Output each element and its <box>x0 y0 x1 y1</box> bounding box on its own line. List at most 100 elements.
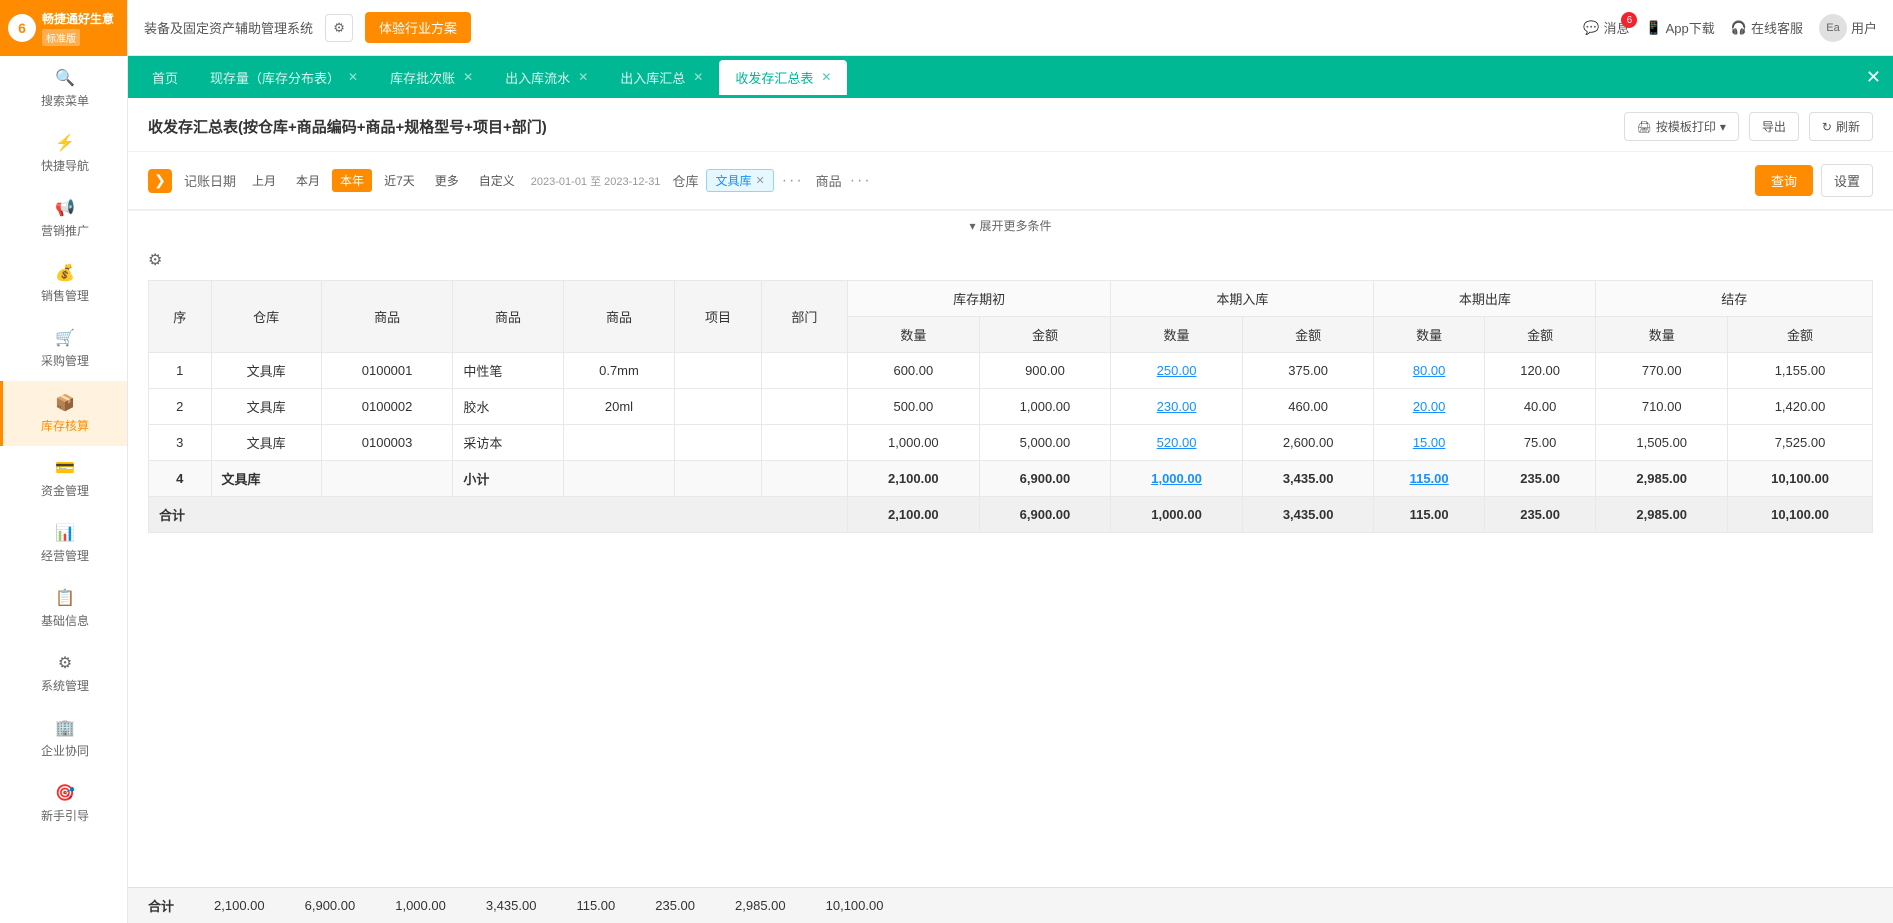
data-table: 序 仓库 商品 商品 商品 项目 部门 库存期初 本期入库 本期出库 结存 <box>148 280 1873 533</box>
sidebar-nav: 🔍搜索菜单⚡快捷导航📢营销推广💰销售管理🛒采购管理📦库存核算💳资金管理📊经营管理… <box>0 56 127 923</box>
system-title: 装备及固定资产辅助管理系统 <box>144 18 313 37</box>
cell-close-amt-1: 1,420.00 <box>1728 389 1873 425</box>
cell-close-amt-3: 10,100.00 <box>1728 461 1873 497</box>
sidebar-item-operation[interactable]: 📊经营管理 <box>0 511 127 576</box>
cell-warehouse-3: 文具库 <box>211 461 321 497</box>
cell-spec-2 <box>563 425 675 461</box>
tab-close-2[interactable]: ✕ <box>463 70 473 84</box>
tab-item-3[interactable]: 出入库流水✕ <box>489 60 604 95</box>
sidebar-item-sales[interactable]: 💰销售管理 <box>0 251 127 316</box>
app-download[interactable]: 📱 App下载 <box>1645 18 1714 37</box>
sidebar-item-system[interactable]: ⚙系统管理 <box>0 641 127 706</box>
table-settings-icon[interactable]: ⚙ <box>148 250 162 270</box>
col-in-amt: 金额 <box>1242 317 1374 353</box>
cell-out-qty-1[interactable]: 20.00 <box>1374 389 1484 425</box>
totals-label: 合计 <box>149 497 848 533</box>
cell-in-qty-2[interactable]: 520.00 <box>1111 425 1243 461</box>
warehouse-label: 仓库 <box>672 171 698 190</box>
user-menu[interactable]: Ea 用户 <box>1819 14 1877 42</box>
tab-label-0: 首页 <box>152 68 178 87</box>
experience-btn[interactable]: 体验行业方案 <box>365 12 471 43</box>
date-btn-上月[interactable]: 上月 <box>244 169 284 192</box>
date-btn-近7天[interactable]: 近7天 <box>376 169 423 192</box>
tab-bar: 首页现存量（库存分布表）✕库存批次账✕出入库流水✕出入库汇总✕收发存汇总表✕✕ <box>128 56 1893 98</box>
expand-chevron-icon: ▾ <box>969 219 975 233</box>
cell-out-qty-2[interactable]: 15.00 <box>1374 425 1484 461</box>
date-btn-更多[interactable]: 更多 <box>427 169 467 192</box>
cell-close-amt-2: 7,525.00 <box>1728 425 1873 461</box>
table-row: 2 文具库 0100002 胶水 20ml 500.00 1,000.00 23… <box>149 389 1873 425</box>
tab-item-1[interactable]: 现存量（库存分布表）✕ <box>194 60 374 95</box>
totals-open-qty: 2,100.00 <box>848 497 980 533</box>
cell-code-1: 0100002 <box>321 389 453 425</box>
query-btn[interactable]: 查询 <box>1755 165 1813 196</box>
tab-item-0[interactable]: 首页 <box>136 60 194 95</box>
cell-in-qty-3[interactable]: 1,000.00 <box>1111 461 1243 497</box>
bottom-open-qty: 2,100.00 <box>214 898 265 913</box>
warehouse-more-btn[interactable]: ··· <box>782 172 804 190</box>
export-btn[interactable]: 导出 <box>1749 112 1799 141</box>
sidebar-item-finance[interactable]: 💳资金管理 <box>0 446 127 511</box>
filter-toggle-btn[interactable]: ❯ <box>148 169 172 193</box>
tab-close-4[interactable]: ✕ <box>693 70 703 84</box>
sidebar-label-quicknav: 快捷导航 <box>41 157 89 174</box>
logo-icon: 6 <box>8 14 36 42</box>
cell-close-qty-3: 2,985.00 <box>1596 461 1728 497</box>
bottom-bar: 合计 2,100.00 6,900.00 1,000.00 3,435.00 1… <box>128 887 1893 923</box>
date-btn-自定义[interactable]: 自定义 <box>471 169 523 192</box>
sidebar-item-enterprise[interactable]: 🏢 企业协同 <box>0 706 127 771</box>
cell-in-qty-1[interactable]: 230.00 <box>1111 389 1243 425</box>
cell-open-qty-1: 500.00 <box>848 389 980 425</box>
date-btn-本年[interactable]: 本年 <box>332 169 372 192</box>
online-service[interactable]: 🎧 在线客服 <box>1731 18 1803 37</box>
tab-close-1[interactable]: ✕ <box>348 70 358 84</box>
expand-more-btn[interactable]: ▾ 展开更多条件 <box>128 210 1893 240</box>
cell-out-amt-1: 40.00 <box>1484 389 1596 425</box>
enterprise-icon: 🏢 <box>55 718 75 738</box>
sidebar-item-marketing[interactable]: 📢营销推广 <box>0 186 127 251</box>
date-label: 记账日期 <box>184 171 236 190</box>
sidebar-label-enterprise: 企业协同 <box>41 742 89 759</box>
print-btn[interactable]: 🖨 按模板打印 ▾ <box>1624 112 1739 141</box>
cell-name-2: 采访本 <box>453 425 563 461</box>
notification-bell[interactable]: 💬 消息 6 <box>1583 18 1629 37</box>
tab-bar-close-btn[interactable]: ✕ <box>1862 63 1885 92</box>
bottom-out-amt: 235.00 <box>655 898 695 913</box>
sidebar-item-search[interactable]: 🔍搜索菜单 <box>0 56 127 121</box>
cell-in-qty-0[interactable]: 250.00 <box>1111 353 1243 389</box>
cell-no-2: 3 <box>149 425 212 461</box>
phone-icon: 📱 <box>1645 20 1661 36</box>
cell-spec-1: 20ml <box>563 389 675 425</box>
cell-out-amt-0: 120.00 <box>1484 353 1596 389</box>
page-inner: 收发存汇总表(按仓库+商品编码+商品+规格型号+项目+部门) 🖨 按模板打印 ▾… <box>128 98 1893 887</box>
sidebar-label-search: 搜索菜单 <box>41 92 89 109</box>
sidebar-item-inventory[interactable]: 📦库存核算 <box>0 381 127 446</box>
sales-icon: 💰 <box>55 263 75 283</box>
sidebar-item-newguide[interactable]: 🎯新手引导 <box>0 771 127 836</box>
tab-item-4[interactable]: 出入库汇总✕ <box>604 60 719 95</box>
tab-item-2[interactable]: 库存批次账✕ <box>374 60 489 95</box>
cell-close-qty-1: 710.00 <box>1596 389 1728 425</box>
cell-out-qty-0[interactable]: 80.00 <box>1374 353 1484 389</box>
cell-warehouse-0: 文具库 <box>211 353 321 389</box>
date-btn-本月[interactable]: 本月 <box>288 169 328 192</box>
warehouse-remove-btn[interactable]: ✕ <box>755 174 764 187</box>
refresh-btn[interactable]: ↻ 刷新 <box>1809 112 1873 141</box>
bottom-open-amt: 6,900.00 <box>305 898 356 913</box>
sidebar-item-quicknav[interactable]: ⚡快捷导航 <box>0 121 127 186</box>
bottom-in-qty: 1,000.00 <box>395 898 446 913</box>
gear-button[interactable]: ⚙ <box>325 14 353 42</box>
tab-item-5[interactable]: 收发存汇总表✕ <box>719 60 847 95</box>
sidebar-item-basic[interactable]: 📋基础信息 <box>0 576 127 641</box>
app-download-label: App下载 <box>1666 18 1715 37</box>
cell-project-3 <box>675 461 761 497</box>
col-warehouse: 仓库 <box>211 281 321 353</box>
tab-close-5[interactable]: ✕ <box>821 70 831 84</box>
print-chevron: ▾ <box>1720 120 1726 134</box>
set-btn[interactable]: 设置 <box>1821 164 1873 197</box>
tab-close-3[interactable]: ✕ <box>578 70 588 84</box>
newguide-icon: 🎯 <box>55 783 75 803</box>
goods-more-btn[interactable]: ··· <box>850 172 872 190</box>
cell-out-qty-3[interactable]: 115.00 <box>1374 461 1484 497</box>
sidebar-item-purchase[interactable]: 🛒采购管理 <box>0 316 127 381</box>
